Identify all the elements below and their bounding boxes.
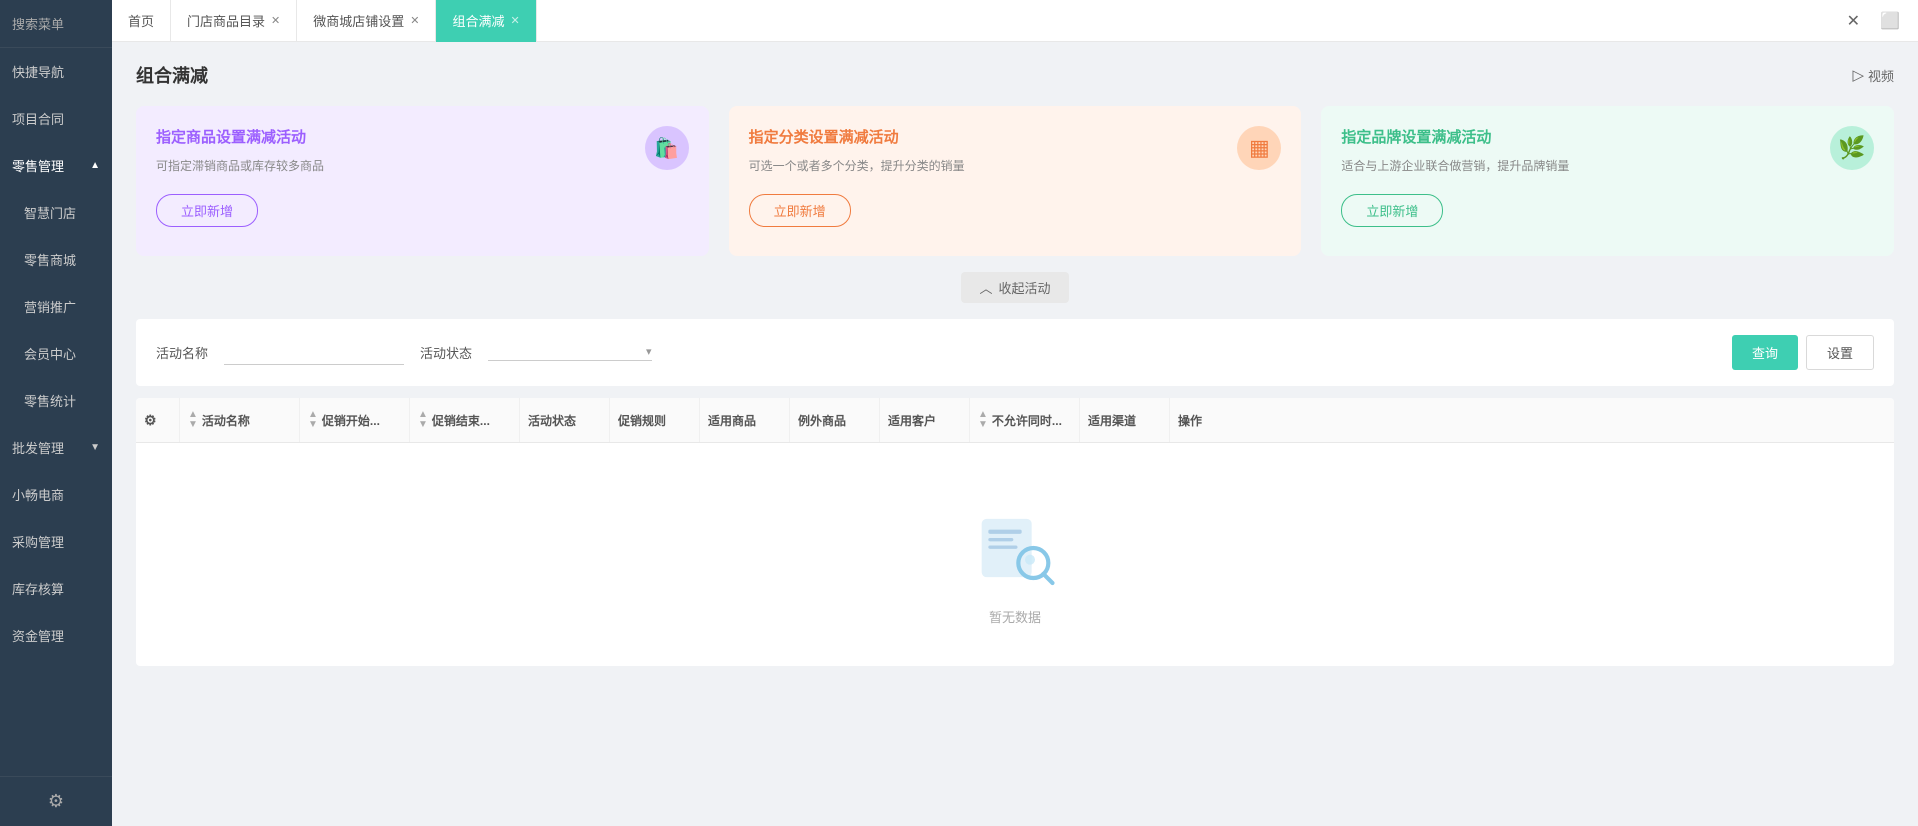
sidebar-item-member-center[interactable]: 会员中心 [0,330,112,377]
query-button[interactable]: 查询 [1732,335,1798,370]
tab-home[interactable]: 首页 [112,0,171,42]
play-circle-icon: ▷ [1852,66,1864,84]
empty-state: 暂无数据 [136,443,1894,666]
sidebar-item-purchase-mgmt[interactable]: 采购管理 [0,518,112,565]
gear-icon[interactable]: ⚙ [144,412,157,429]
tab-store-catalog-close-icon[interactable]: ✕ [271,14,280,27]
sidebar-item-retail-mall[interactable]: 零售商城 [0,236,112,283]
collapse-icon: ︿ [979,278,992,297]
th-settings: ⚙ [136,398,180,442]
sidebar-item-quick-nav[interactable]: 快捷导航 [0,48,112,95]
sidebar-item-smart-store[interactable]: 智慧门店 [0,189,112,236]
tab-combo-discount[interactable]: 组合满减 ✕ [436,0,536,42]
brand-card-title: 指定品牌设置满减活动 [1341,126,1874,147]
content-area: 组合满减 ▷ 视频 🛍️ 指定商品设置满减活动 可指定滞销商品或库存较多商品 立… [112,42,1918,826]
video-link[interactable]: ▷ 视频 [1852,66,1894,85]
tab-wechat-shop[interactable]: 微商城店铺设置 ✕ [297,0,436,42]
product-card-title: 指定商品设置满减活动 [156,126,689,147]
table-header: ⚙ ▲▼ 活动名称 ▲▼ 促销开始... ▲▼ [136,398,1894,443]
sidebar-item-marketing[interactable]: 营销推广 [0,283,112,330]
brand-card-desc: 适合与上游企业联合做营销，提升品牌销量 [1341,157,1874,176]
th-applicable-channel: 适用渠道 [1080,398,1170,442]
collapse-bar: ︿ 收起活动 [136,272,1894,303]
th-activity-name: ▲▼ 活动名称 [180,398,300,442]
th-no-concurrent: ▲▼ 不允许同时... [970,398,1080,442]
wholesale-mgmt-arrow-icon: ▼ [90,442,100,453]
empty-state-text: 暂无数据 [989,607,1041,626]
sidebar-item-small-ecom[interactable]: 小畅电商 [0,471,112,518]
sidebar-item-wholesale-mgmt[interactable]: 批发管理 ▼ [0,424,112,471]
settings-button[interactable]: 设置 [1806,335,1874,370]
th-promo-rule: 促销规则 [610,398,700,442]
page-header: 组合满减 ▷ 视频 [136,62,1894,88]
th-exception-goods: 例外商品 [790,398,880,442]
product-card-icon: 🛍️ [645,126,689,170]
sidebar-item-retail-mgmt[interactable]: 零售管理 ▲ [0,142,112,189]
cards-row: 🛍️ 指定商品设置满减活动 可指定滞销商品或库存较多商品 立即新增 ▦ 指定分类… [136,106,1894,256]
activity-status-select[interactable]: ▾ [488,345,652,361]
th-promo-start-sort-icon[interactable]: ▲▼ [308,410,318,430]
product-card: 🛍️ 指定商品设置满减活动 可指定滞销商品或库存较多商品 立即新增 [136,106,709,256]
category-card: ▦ 指定分类设置满减活动 可选一个或者多个分类，提升分类的销量 立即新增 [729,106,1302,256]
window-close-button[interactable]: ✕ [1841,7,1866,35]
th-applicable-goods: 适用商品 [700,398,790,442]
activity-status-label: 活动状态 [420,343,472,362]
sidebar-settings[interactable]: ⚙ [0,776,112,826]
tab-store-catalog[interactable]: 门店商品目录 ✕ [171,0,297,42]
th-promo-start: ▲▼ 促销开始... [300,398,410,442]
th-operation: 操作 [1170,398,1250,442]
tab-combo-discount-close-icon[interactable]: ✕ [511,14,520,27]
category-card-desc: 可选一个或者多个分类，提升分类的销量 [749,157,1282,176]
retail-mgmt-arrow-icon: ▲ [90,160,100,171]
collapse-activities-button[interactable]: ︿ 收起活动 [961,272,1068,303]
main-area: 首页 门店商品目录 ✕ 微商城店铺设置 ✕ 组合满减 ✕ ✕ ⬜ 组合满减 ▷ … [112,0,1918,826]
sidebar-item-inventory[interactable]: 库存核算 [0,565,112,612]
data-table: ⚙ ▲▼ 活动名称 ▲▼ 促销开始... ▲▼ [136,398,1894,666]
product-card-add-button[interactable]: 立即新增 [156,194,258,227]
brand-card-add-button[interactable]: 立即新增 [1341,194,1443,227]
brand-card-icon: 🌿 [1830,126,1874,170]
empty-state-illustration [965,503,1065,593]
th-activity-name-sort-icon[interactable]: ▲▼ [188,410,198,430]
sidebar: 搜索菜单 快捷导航 项目合同 零售管理 ▲ 智慧门店 零售商城 营销推广 会员中… [0,0,112,826]
th-promo-end-sort-icon[interactable]: ▲▼ [418,410,428,430]
chevron-down-icon: ▾ [646,345,652,358]
tab-wechat-shop-close-icon[interactable]: ✕ [410,14,419,27]
sidebar-search[interactable]: 搜索菜单 [0,0,112,48]
activity-name-label: 活动名称 [156,343,208,362]
filter-bar: 活动名称 活动状态 ▾ 查询 设置 [136,319,1894,386]
tab-bar: 首页 门店商品目录 ✕ 微商城店铺设置 ✕ 组合满减 ✕ ✕ ⬜ [112,0,1918,42]
page-title: 组合满减 [136,62,208,88]
filter-actions: 查询 设置 [1732,335,1874,370]
sidebar-item-finance-mgmt[interactable]: 资金管理 [0,612,112,659]
th-applicable-customer: 适用客户 [880,398,970,442]
settings-icon: ⚙ [48,791,64,812]
category-card-add-button[interactable]: 立即新增 [749,194,851,227]
th-activity-status: 活动状态 [520,398,610,442]
window-maximize-button[interactable]: ⬜ [1874,7,1906,35]
brand-card: 🌿 指定品牌设置满减活动 适合与上游企业联合做营销，提升品牌销量 立即新增 [1321,106,1894,256]
th-no-concurrent-sort-icon[interactable]: ▲▼ [978,410,988,430]
category-card-title: 指定分类设置满减活动 [749,126,1282,147]
product-card-desc: 可指定滞销商品或库存较多商品 [156,157,689,176]
th-promo-end: ▲▼ 促销结束... [410,398,520,442]
sidebar-item-retail-stats[interactable]: 零售统计 [0,377,112,424]
activity-name-input[interactable] [224,341,404,365]
tab-window-controls: ✕ ⬜ [1841,7,1918,35]
sidebar-item-project-contract[interactable]: 项目合同 [0,95,112,142]
